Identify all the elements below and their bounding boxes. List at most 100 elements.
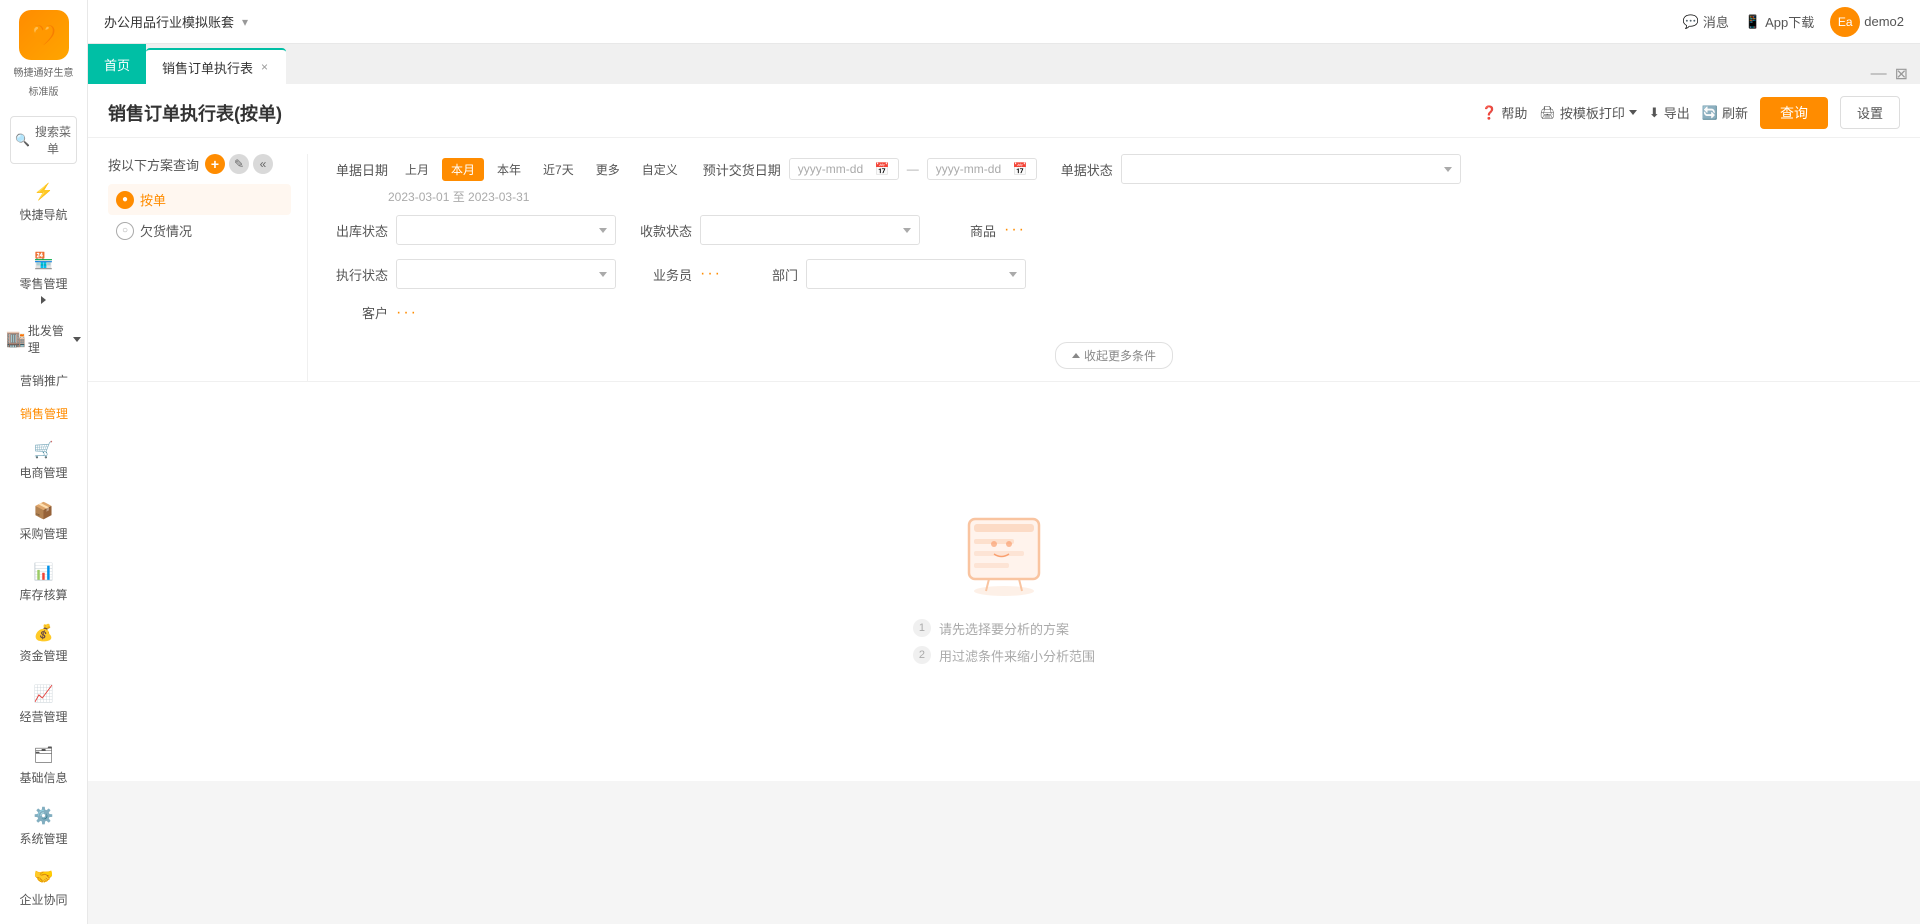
operations-icon: 📈: [34, 684, 54, 704]
sidebar-item-retail[interactable]: 🏪 零售管理: [0, 241, 87, 314]
help-button[interactable]: ❓ 帮助: [1481, 103, 1527, 122]
sidebar: 🧡 畅捷通好生意 标准版 🔍 搜索菜单 ⚡ 快捷导航 🏪 零售管理 🏬 批发管理…: [0, 0, 88, 924]
doc-status-chevron: [1444, 167, 1452, 172]
date-shortcut-last7[interactable]: 近7天: [534, 158, 583, 181]
expected-date-end-input[interactable]: yyyy-mm-dd 📅: [927, 158, 1037, 180]
tab-home[interactable]: 首页: [88, 44, 146, 84]
filter-section: 按以下方案查询 + ✎ « ● 按单 ○ 欠货情况: [108, 154, 1900, 381]
sidebar-item-ecommerce[interactable]: 🛒 电商管理: [0, 430, 87, 491]
salesperson-dots[interactable]: ···: [700, 265, 722, 283]
tab-close-icon[interactable]: ×: [259, 58, 270, 76]
message-button[interactable]: 💬 消息: [1683, 12, 1729, 31]
sidebar-item-operations[interactable]: 📈 经营管理: [0, 674, 87, 735]
shipment-label: 出库状态: [328, 221, 388, 240]
setting-button[interactable]: 设置: [1840, 96, 1900, 129]
search-menu-button[interactable]: 🔍 搜索菜单: [10, 116, 77, 164]
sidebar-item-label: 企业协同: [19, 891, 67, 908]
payment-label: 收款状态: [632, 221, 692, 240]
empty-step-2: 2 用过滤条件来缩小分析范围: [913, 646, 1095, 665]
tab-expand-area: — ⊠: [1859, 64, 1920, 84]
topbar-left: 办公用品行业模拟账套 ▾: [104, 12, 248, 31]
date-shortcut-more[interactable]: 更多: [587, 158, 629, 181]
content-area: 销售订单执行表(按单) ❓ 帮助 🖨 按模板打印 ⬇ 导出 🔄 刷新: [88, 84, 1920, 924]
sidebar-item-newbie[interactable]: 🎓 新手引导: [0, 918, 87, 924]
wholesale-icon: 🏬: [6, 329, 26, 349]
refresh-icon: 🔄: [1702, 105, 1718, 121]
filter-plan-arrears[interactable]: ○ 欠货情况: [108, 215, 291, 246]
filter-plan-edit-icon[interactable]: ✎: [229, 154, 249, 174]
doc-status-select[interactable]: [1121, 154, 1461, 184]
print-button[interactable]: 🖨 按模板打印: [1539, 103, 1637, 122]
app-logo-icon: 🧡: [19, 10, 69, 60]
filter-field-department: 部门: [738, 259, 1026, 289]
shipment-chevron: [599, 228, 607, 233]
sidebar-item-collab[interactable]: 🤝 企业协同: [0, 857, 87, 918]
expected-date-label: 预计交货日期: [703, 160, 781, 179]
sidebar-item-quick-nav[interactable]: ⚡ 快捷导航: [0, 172, 87, 233]
download-icon: 📱: [1745, 14, 1761, 30]
filter-fields: 单据日期 上月 本月 本年 近7天 更多 自定义 预计交货日期: [308, 154, 1900, 381]
filter-plan-by-order[interactable]: ● 按单: [108, 184, 291, 215]
sidebar-item-sales[interactable]: 销售管理: [0, 397, 87, 430]
filter-plan-actions: + ✎ «: [205, 154, 273, 174]
tab-minimize-icon[interactable]: —: [1871, 65, 1887, 83]
print-icon: 🖨: [1539, 105, 1556, 121]
date-shortcut-this-month[interactable]: 本月: [442, 158, 484, 181]
tab-home-label: 首页: [104, 55, 130, 74]
date-shortcut-custom[interactable]: 自定义: [633, 158, 687, 181]
sidebar-item-purchase[interactable]: 📦 采购管理: [0, 491, 87, 552]
product-dots[interactable]: ···: [1004, 221, 1026, 239]
query-button[interactable]: 查询: [1760, 97, 1828, 129]
export-label: 导出: [1664, 103, 1690, 122]
step-2-num: 2: [913, 646, 931, 664]
sidebar-logo[interactable]: 🧡 畅捷通好生意 标准版: [0, 0, 87, 108]
salesperson-label: 业务员: [632, 265, 692, 284]
tab-sales-exec[interactable]: 销售订单执行表 ×: [146, 48, 286, 84]
department-select[interactable]: [806, 259, 1026, 289]
export-icon: ⬇: [1649, 105, 1660, 121]
customer-dots[interactable]: ···: [396, 304, 418, 322]
expected-date-end-placeholder: yyyy-mm-dd: [936, 162, 1001, 176]
retail-icon: 🏪: [34, 251, 54, 271]
exec-status-select[interactable]: [396, 259, 616, 289]
sidebar-item-basics[interactable]: 🗂 基础信息: [0, 735, 87, 796]
help-icon: ❓: [1481, 105, 1497, 121]
filter-plan-add-icon[interactable]: +: [205, 154, 225, 174]
expected-date-start-input[interactable]: yyyy-mm-dd 📅: [789, 158, 899, 180]
sidebar-item-label: 快捷导航: [19, 206, 67, 223]
filter-plan-header: 按以下方案查询 + ✎ «: [108, 154, 291, 174]
app-download-button[interactable]: 📱 App下载: [1745, 12, 1814, 31]
calendar-icon-2: 📅: [1013, 162, 1028, 176]
filter-field-expected-date: 预计交货日期 yyyy-mm-dd 📅 — yyyy-mm-dd 📅: [703, 158, 1037, 180]
export-button[interactable]: ⬇ 导出: [1649, 103, 1690, 122]
step-1-text: 请先选择要分析的方案: [939, 619, 1069, 638]
filter-field-payment: 收款状态: [632, 215, 920, 245]
filter-plan-collapse-icon[interactable]: «: [253, 154, 273, 174]
sidebar-item-inventory[interactable]: 📊 库存核算: [0, 552, 87, 613]
collapse-conditions-button[interactable]: 收起更多条件: [1055, 342, 1173, 369]
date-shortcut-prev-month[interactable]: 上月: [396, 158, 438, 181]
collapse-label: 收起更多条件: [1084, 347, 1156, 364]
department-label: 部门: [738, 265, 798, 284]
sidebar-item-marketing[interactable]: 营销推广: [0, 364, 87, 397]
user-profile-button[interactable]: Ea demo2: [1830, 7, 1904, 37]
tab-sales-exec-label: 销售订单执行表: [162, 58, 253, 77]
shipment-select[interactable]: [396, 215, 616, 245]
refresh-button[interactable]: 🔄 刷新: [1702, 103, 1748, 122]
filter-panel: 按以下方案查询 + ✎ « ● 按单 ○ 欠货情况: [88, 138, 1920, 381]
collab-icon: 🤝: [34, 867, 54, 887]
topbar-dropdown-icon[interactable]: ▾: [242, 15, 248, 29]
sidebar-search-area: 🔍 搜索菜单: [0, 108, 87, 172]
tab-maximize-icon[interactable]: ⊠: [1895, 64, 1908, 84]
sidebar-item-finance[interactable]: 💰 资金管理: [0, 613, 87, 674]
sidebar-item-system[interactable]: ⚙️ 系统管理: [0, 796, 87, 857]
sidebar-item-label: 营销推广: [20, 372, 68, 389]
sidebar-item-wholesale-expand[interactable]: 🏬 批发管理: [0, 314, 87, 364]
date-shortcut-this-year[interactable]: 本年: [488, 158, 530, 181]
exec-status-chevron: [599, 272, 607, 277]
sidebar-item-label: 批发管理: [28, 322, 71, 356]
sidebar-item-label: 库存核算: [19, 586, 67, 603]
search-menu-label: 搜索菜单: [34, 123, 72, 157]
sidebar-item-label: 销售管理: [20, 405, 68, 422]
payment-select[interactable]: [700, 215, 920, 245]
